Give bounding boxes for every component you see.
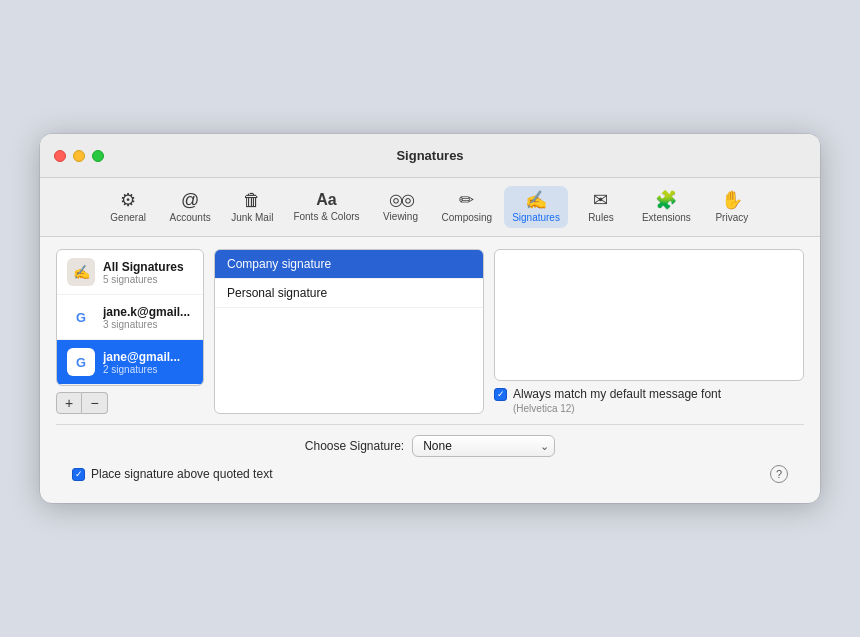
extensions-icon: 🧩 bbox=[655, 191, 677, 209]
checkmark-icon: ✓ bbox=[497, 390, 505, 399]
place-above-label: Place signature above quoted text bbox=[91, 467, 272, 481]
svg-text:G: G bbox=[76, 355, 86, 370]
sig-item-company[interactable]: Company signature bbox=[215, 250, 483, 279]
toolbar-item-extensions[interactable]: 🧩 Extensions bbox=[634, 186, 699, 228]
match-font-label: Always match my default message font bbox=[513, 387, 721, 401]
account-info-jane-k: jane.k@gmail... 3 signatures bbox=[103, 305, 190, 330]
toolbar-item-accounts[interactable]: @ Accounts bbox=[161, 186, 219, 228]
choose-sig-label: Choose Signature: bbox=[305, 439, 404, 453]
toolbar: ⚙ General @ Accounts 🗑 Junk Mail Aa Font… bbox=[40, 178, 820, 237]
account-name-jane-k: jane.k@gmail... bbox=[103, 305, 190, 319]
toolbar-item-privacy[interactable]: ✋ Privacy bbox=[703, 186, 761, 228]
toolbar-item-rules[interactable]: ✉ Rules bbox=[572, 186, 630, 228]
match-font-row: ✓ Always match my default message font bbox=[494, 387, 804, 401]
sig-label-personal: Personal signature bbox=[227, 286, 327, 300]
place-above-checkbox[interactable]: ✓ bbox=[72, 468, 85, 481]
toolbar-item-signatures[interactable]: ✍ Signatures bbox=[504, 186, 568, 228]
account-name-jane: jane@gmail... bbox=[103, 350, 180, 364]
toolbar-label-fonts-colors: Fonts & Colors bbox=[293, 211, 359, 222]
account-item-jane-k[interactable]: G jane.k@gmail... 3 signatures bbox=[57, 295, 203, 340]
compose-icon: ✏ bbox=[459, 191, 474, 209]
choose-sig-row: Choose Signature: None Company signature… bbox=[305, 435, 555, 457]
left-column: ✍ All Signatures 5 signatures G bbox=[56, 249, 204, 414]
signatures-pane: Company signature Personal signature bbox=[214, 249, 484, 414]
preview-pane bbox=[494, 249, 804, 381]
toolbar-label-extensions: Extensions bbox=[642, 212, 691, 223]
account-actions: + − bbox=[56, 392, 204, 414]
account-item-all[interactable]: ✍ All Signatures 5 signatures bbox=[57, 250, 203, 295]
add-account-button[interactable]: + bbox=[56, 392, 82, 414]
account-sigs-jane: 2 signatures bbox=[103, 364, 180, 375]
svg-text:G: G bbox=[76, 310, 86, 325]
toolbar-label-rules: Rules bbox=[588, 212, 614, 223]
titlebar: Signatures bbox=[40, 134, 820, 178]
toolbar-label-privacy: Privacy bbox=[715, 212, 748, 223]
toolbar-item-fonts-colors[interactable]: Aa Fonts & Colors bbox=[285, 187, 367, 227]
minimize-button[interactable] bbox=[73, 150, 85, 162]
choose-sig-select-wrapper: None Company signature Personal signatur… bbox=[412, 435, 555, 457]
accounts-pane: ✍ All Signatures 5 signatures G bbox=[56, 249, 204, 386]
toolbar-label-viewing: Viewing bbox=[383, 211, 418, 222]
choose-sig-select[interactable]: None Company signature Personal signatur… bbox=[412, 435, 555, 457]
help-button[interactable]: ? bbox=[770, 465, 788, 483]
toolbar-item-composing[interactable]: ✏ Composing bbox=[434, 186, 501, 228]
toolbar-label-composing: Composing bbox=[442, 212, 493, 223]
toolbar-item-viewing[interactable]: ◎◎ Viewing bbox=[372, 187, 430, 227]
junk-icon: 🗑 bbox=[243, 191, 261, 209]
window-title: Signatures bbox=[396, 148, 463, 163]
sig-item-personal[interactable]: Personal signature bbox=[215, 279, 483, 308]
jane-avatar: G bbox=[67, 348, 95, 376]
jane-k-avatar: G bbox=[67, 303, 95, 331]
remove-account-button[interactable]: − bbox=[82, 392, 108, 414]
match-font-area: ✓ Always match my default message font (… bbox=[494, 387, 804, 414]
mid-right-row: Company signature Personal signature bbox=[214, 249, 804, 414]
fonts-icon: Aa bbox=[316, 192, 336, 208]
account-info-all: All Signatures 5 signatures bbox=[103, 260, 184, 285]
place-above-checkbox-row: ✓ Place signature above quoted text bbox=[72, 467, 272, 481]
close-button[interactable] bbox=[54, 150, 66, 162]
account-item-jane[interactable]: G jane@gmail... 2 signatures bbox=[57, 340, 203, 385]
toolbar-item-junk-mail[interactable]: 🗑 Junk Mail bbox=[223, 186, 281, 228]
place-above-checkmark-icon: ✓ bbox=[75, 470, 83, 479]
font-hint: (Helvetica 12) bbox=[494, 403, 804, 414]
sig-label-company: Company signature bbox=[227, 257, 331, 271]
maximize-button[interactable] bbox=[92, 150, 104, 162]
privacy-icon: ✋ bbox=[721, 191, 743, 209]
account-name-all: All Signatures bbox=[103, 260, 184, 274]
gear-icon: ⚙ bbox=[120, 191, 136, 209]
toolbar-label-junk-mail: Junk Mail bbox=[231, 212, 273, 223]
account-sigs-all: 5 signatures bbox=[103, 274, 184, 285]
main-content: ✍ All Signatures 5 signatures G bbox=[40, 237, 820, 503]
bottom-bar: Choose Signature: None Company signature… bbox=[56, 424, 804, 491]
at-icon: @ bbox=[181, 191, 199, 209]
account-sigs-jane-k: 3 signatures bbox=[103, 319, 190, 330]
toolbar-label-general: General bbox=[110, 212, 146, 223]
signatures-window: Signatures ⚙ General @ Accounts 🗑 Junk M… bbox=[40, 134, 820, 503]
preview-area: ✓ Always match my default message font (… bbox=[494, 249, 804, 414]
traffic-lights bbox=[54, 150, 104, 162]
all-signatures-avatar: ✍ bbox=[67, 258, 95, 286]
panes-area: ✍ All Signatures 5 signatures G bbox=[56, 249, 804, 414]
viewing-icon: ◎◎ bbox=[389, 192, 413, 208]
match-font-checkbox[interactable]: ✓ bbox=[494, 388, 507, 401]
panes-row: ✍ All Signatures 5 signatures G bbox=[56, 249, 804, 414]
signatures-icon: ✍ bbox=[525, 191, 547, 209]
place-above-row: ✓ Place signature above quoted text ? bbox=[72, 465, 788, 483]
toolbar-item-general[interactable]: ⚙ General bbox=[99, 186, 157, 228]
account-info-jane: jane@gmail... 2 signatures bbox=[103, 350, 180, 375]
toolbar-label-accounts: Accounts bbox=[170, 212, 211, 223]
toolbar-label-signatures: Signatures bbox=[512, 212, 560, 223]
rules-icon: ✉ bbox=[593, 191, 608, 209]
